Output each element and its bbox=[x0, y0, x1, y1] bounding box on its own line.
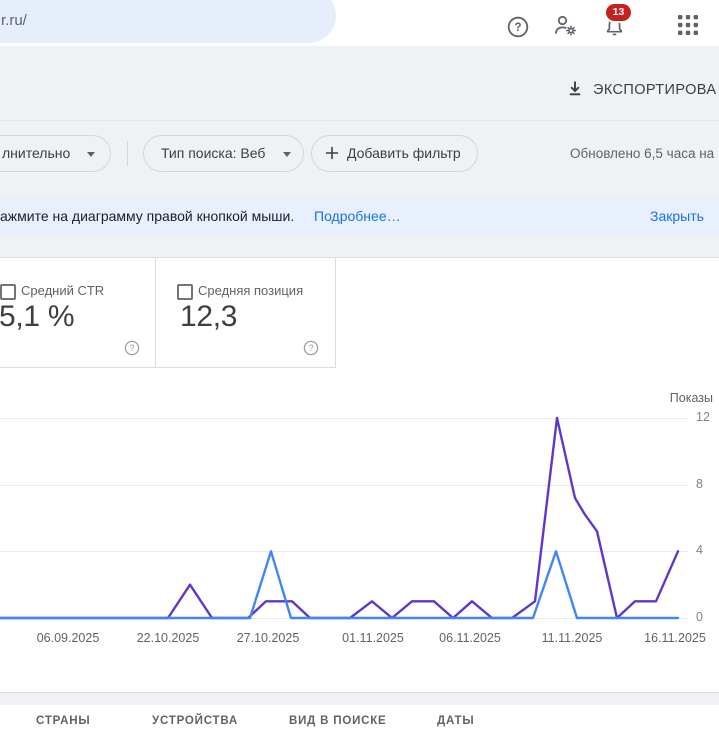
svg-text:?: ? bbox=[514, 22, 521, 34]
property-search-value: r.ru/ bbox=[1, 12, 27, 29]
avg-position-label: Средняя позиция bbox=[198, 283, 304, 298]
apps-grid-icon[interactable] bbox=[677, 14, 699, 41]
more-filters-label: лнительно bbox=[2, 145, 71, 161]
manage-account-icon[interactable] bbox=[552, 12, 579, 44]
property-search-input[interactable]: r.ru/ bbox=[0, 0, 336, 43]
help-icon[interactable]: ? bbox=[506, 15, 530, 44]
notification-count-badge[interactable]: 13 bbox=[606, 4, 631, 21]
last-updated-text: Обновлено 6,5 часа на bbox=[570, 146, 715, 161]
dimension-tab-3[interactable]: ВИД В ПОИСКЕ bbox=[289, 715, 387, 727]
export-button[interactable]: ЭКСПОРТИРОВА bbox=[566, 72, 716, 108]
svg-text:?: ? bbox=[129, 343, 134, 353]
avg-position-checkbox[interactable] bbox=[177, 284, 193, 300]
series-line-Клики bbox=[0, 550, 680, 620]
y-tick-label: 0 bbox=[696, 610, 703, 624]
banner-close-link[interactable]: Закрыть bbox=[650, 208, 704, 224]
avg-ctr-label: Средний CTR bbox=[21, 283, 105, 298]
y-tick-label: 8 bbox=[696, 477, 703, 491]
x-tick-label: 06.11.2025 bbox=[439, 631, 501, 645]
avg-ctr-value: 5,1 % bbox=[0, 300, 75, 333]
dimension-tab-1[interactable]: СТРАНЫ bbox=[36, 715, 90, 727]
dimension-tab-2[interactable]: УСТРОЙСТВА bbox=[152, 715, 238, 727]
x-tick-label: 11.11.2025 bbox=[541, 631, 603, 645]
chevron-down-icon bbox=[87, 152, 95, 157]
svg-text:?: ? bbox=[308, 343, 313, 353]
add-filter-label: Добавить фильтр bbox=[347, 145, 461, 161]
chevron-down-icon bbox=[283, 152, 291, 157]
help-circle-icon[interactable]: ? bbox=[303, 340, 319, 361]
filter-separator bbox=[127, 141, 128, 166]
card-divider bbox=[155, 258, 156, 367]
topbar: r.ru/ ? 13 bbox=[0, 0, 719, 46]
help-circle-icon[interactable]: ? bbox=[124, 340, 140, 361]
search-type-label: Тип поиска: Веб bbox=[161, 145, 266, 161]
info-banner: ажмите на диаграмму правой кнопкой мыши.… bbox=[0, 197, 719, 236]
download-icon bbox=[566, 79, 584, 102]
banner-message: ажмите на диаграмму правой кнопкой мыши. bbox=[0, 208, 295, 224]
card-divider bbox=[335, 258, 336, 367]
x-tick-label: 27.10.2025 bbox=[236, 631, 300, 645]
banner-more-link[interactable]: Подробнее… bbox=[314, 208, 401, 224]
dimension-tab-4[interactable]: ДАТЫ bbox=[437, 715, 474, 727]
chart-lines bbox=[0, 416, 680, 620]
x-tick-label: 22.10.2025 bbox=[136, 631, 200, 645]
export-label: ЭКСПОРТИРОВА bbox=[593, 82, 717, 98]
chart-area[interactable] bbox=[0, 400, 690, 640]
series-line-Показы bbox=[0, 416, 680, 620]
y-tick-label: 4 bbox=[696, 543, 703, 557]
header-divider bbox=[0, 120, 719, 121]
x-tick-label: 01.11.2025 bbox=[342, 631, 404, 645]
y-tick-label: 12 bbox=[696, 410, 710, 424]
x-tick-label: 16.11.2025 bbox=[644, 631, 706, 645]
avg-position-value: 12,3 bbox=[180, 300, 238, 333]
plus-icon bbox=[324, 145, 340, 166]
cards-bottom-border bbox=[0, 367, 336, 368]
avg-ctr-checkbox[interactable] bbox=[0, 284, 16, 300]
x-tick-label: 06.09.2025 bbox=[36, 631, 100, 645]
